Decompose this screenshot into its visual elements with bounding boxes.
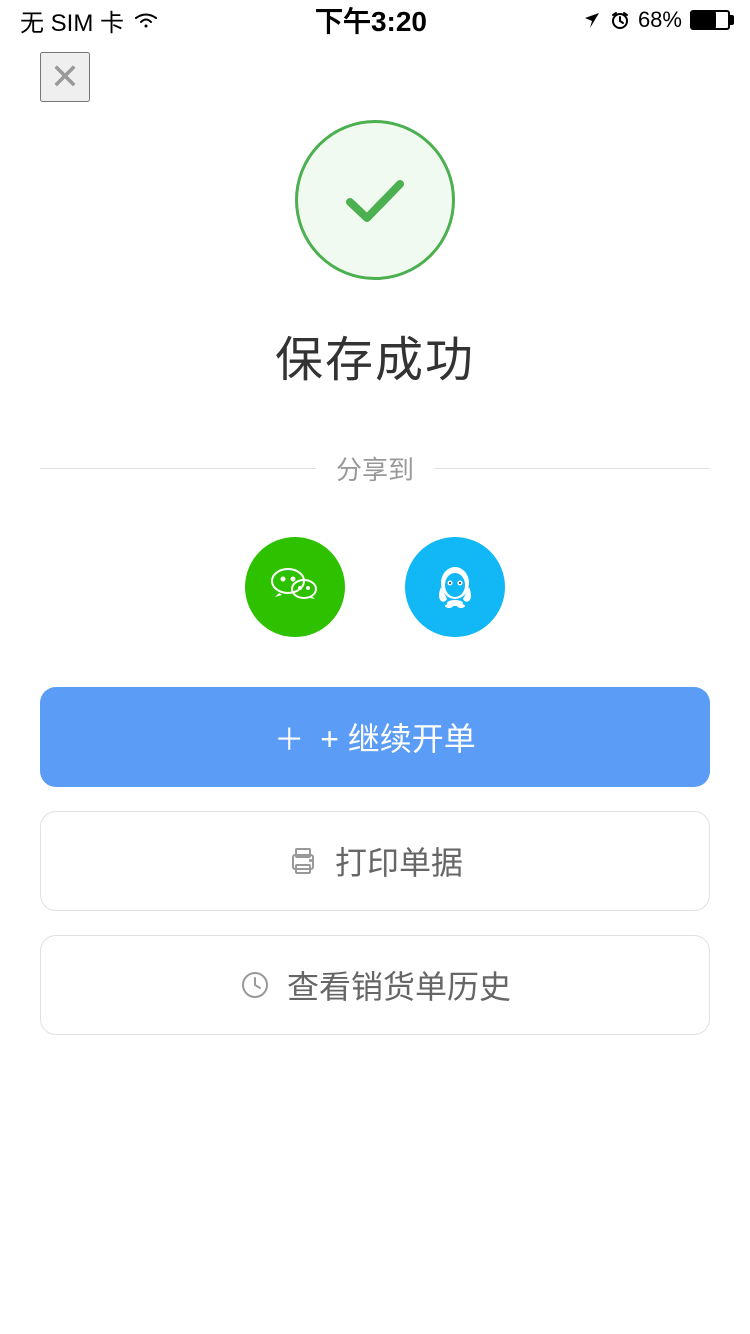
printer-icon xyxy=(287,845,319,877)
share-divider: 分享到 xyxy=(40,450,710,487)
qq-icon xyxy=(427,559,483,615)
qq-share-button[interactable] xyxy=(405,537,505,637)
location-icon xyxy=(582,10,602,30)
checkmark-icon xyxy=(335,160,415,240)
continue-label: + 继续开单 xyxy=(320,714,476,760)
alarm-icon xyxy=(610,10,630,30)
printer-svg xyxy=(287,845,319,877)
share-label: 分享到 xyxy=(336,450,414,487)
print-button[interactable]: 打印单据 xyxy=(40,811,710,911)
clock-icon xyxy=(239,969,271,1001)
wechat-icon xyxy=(267,559,323,615)
history-button[interactable]: 查看销货单历史 xyxy=(40,935,710,1035)
status-right: 68% xyxy=(582,7,730,33)
battery-percent: 68% xyxy=(638,7,682,33)
status-time: 下午3:20 xyxy=(315,0,427,40)
history-label: 查看销货单历史 xyxy=(287,962,511,1008)
battery-fill xyxy=(692,12,716,28)
print-label: 打印单据 xyxy=(335,838,463,884)
share-icons xyxy=(40,537,710,637)
success-circle xyxy=(295,120,455,280)
main-content: 保存成功 分享到 xyxy=(0,40,750,1035)
clock-svg xyxy=(239,969,271,1001)
status-left: 无 SIM 卡 xyxy=(20,3,160,38)
no-sim-text: 无 SIM 卡 xyxy=(20,3,124,38)
wifi-icon xyxy=(132,10,160,30)
status-bar: 无 SIM 卡 下午3:20 68% xyxy=(0,0,750,40)
battery-bar xyxy=(690,10,730,30)
close-button[interactable]: ✕ xyxy=(40,52,90,102)
share-section: 分享到 xyxy=(0,450,750,637)
action-buttons: ＋ + 继续开单 打印单据 查看销货单历史 xyxy=(0,687,750,1035)
wechat-share-button[interactable] xyxy=(245,537,345,637)
continue-button[interactable]: ＋ + 继续开单 xyxy=(40,687,710,787)
close-icon: ✕ xyxy=(50,59,80,95)
plus-icon: ＋ xyxy=(274,715,304,759)
success-title: 保存成功 xyxy=(275,320,475,390)
